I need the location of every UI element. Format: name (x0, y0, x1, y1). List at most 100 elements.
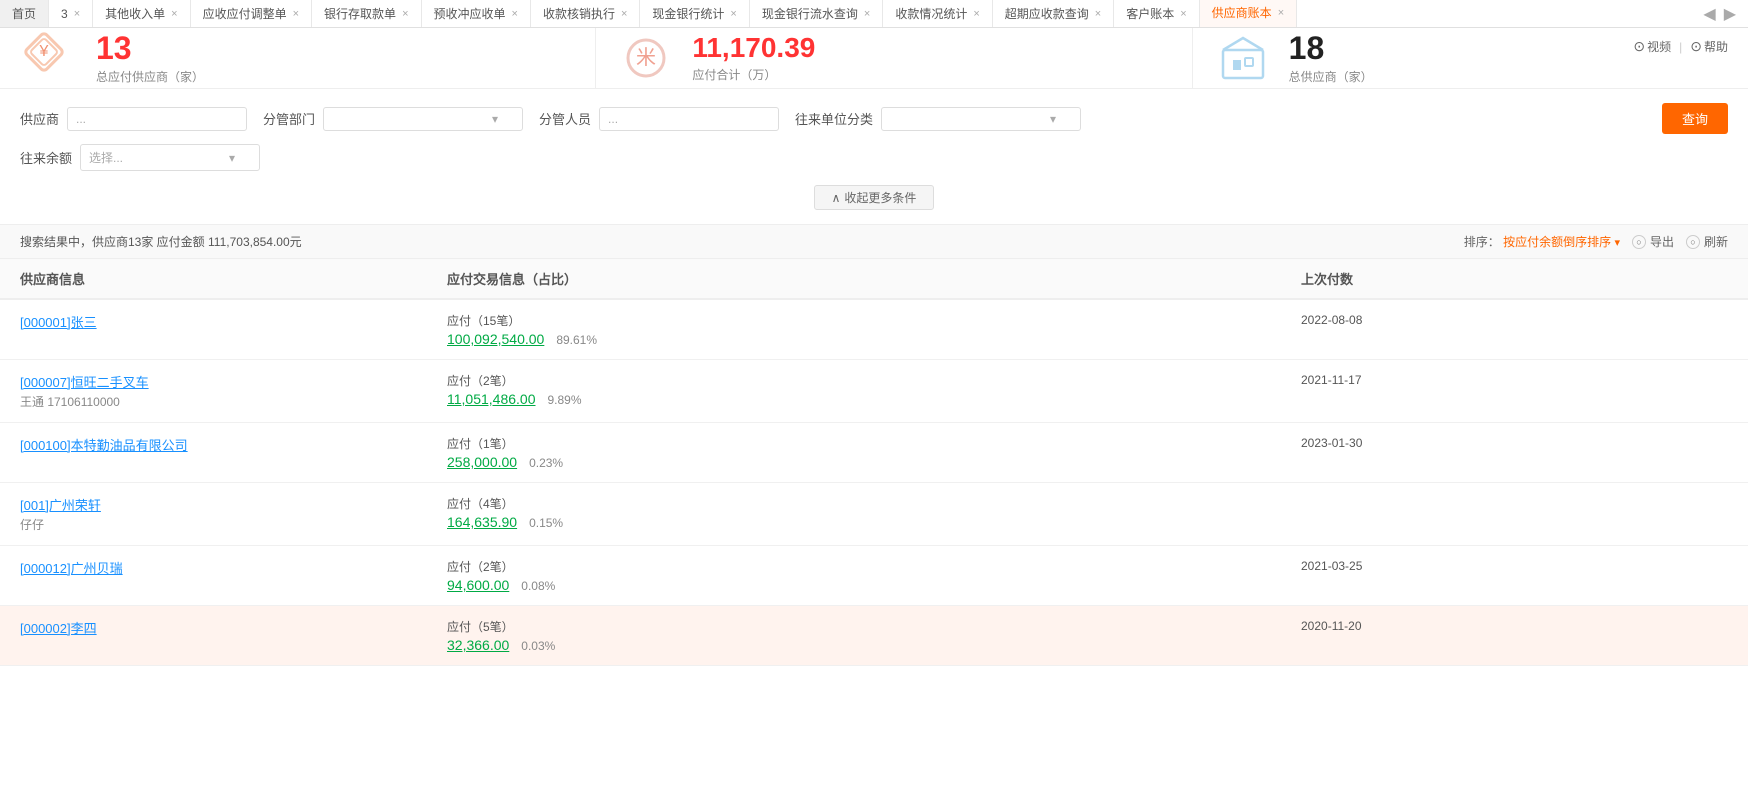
nav-item-bank[interactable]: 银行存取款单 × (312, 0, 421, 28)
nav-item-cash-stat[interactable]: 现金银行统计 × (640, 0, 749, 28)
supplier-info-cell: [000001]张三 (20, 312, 447, 347)
supplier-sub: 王通 17106110000 (20, 393, 447, 410)
tx-amount[interactable]: 100,092,540.00 (447, 331, 544, 347)
video-link[interactable]: ⊙ 视频 (1633, 38, 1671, 55)
nav-item-adjust[interactable]: 应收应付调整单 × (191, 0, 312, 28)
stat-label-payable-suppliers: 总应付供应商（家） (96, 68, 204, 85)
nav-label-cash-flow: 现金银行流水查询 (762, 5, 858, 22)
export-label: 导出 (1650, 233, 1674, 250)
stat-content-total-suppliers: 18 总供应商（家） (1289, 32, 1373, 85)
close-icon[interactable]: × (1095, 8, 1101, 20)
top-links: ⊙ 视频 | ⊙ 帮助 (1633, 38, 1728, 55)
query-button[interactable]: 查询 (1662, 103, 1728, 134)
nav-item-receipt-stat[interactable]: 收款情况统计 × (883, 0, 992, 28)
nav-item-home[interactable]: 首页 (0, 0, 49, 28)
close-icon[interactable]: × (973, 8, 979, 20)
nav-label-adjust: 应收应付调整单 (203, 5, 287, 22)
close-icon[interactable]: × (730, 8, 736, 20)
tx-percent: 0.15% (529, 516, 563, 530)
nav-label-customer: 客户账本 (1126, 5, 1174, 22)
export-button[interactable]: ○ 导出 (1632, 233, 1674, 250)
last-pay-date: 2022-08-08 (1301, 313, 1362, 327)
tx-amount[interactable]: 32,366.00 (447, 637, 509, 653)
last-pay-cell (1301, 495, 1728, 533)
supplier-input[interactable]: ... (67, 107, 247, 131)
nav-item-customer[interactable]: 客户账本 × (1114, 0, 1199, 28)
person-input[interactable]: ... (599, 107, 779, 131)
tx-label: 应付（15笔） (447, 312, 1301, 329)
tx-amount[interactable]: 11,051,486.00 (447, 391, 536, 407)
sort-value[interactable]: 按应付余额倒序排序 (1503, 235, 1611, 249)
chevron-down-icon: ▾ (1050, 112, 1056, 126)
last-pay-cell: 2020-11-20 (1301, 618, 1728, 653)
nav-item-verify[interactable]: 收款核销执行 × (531, 0, 640, 28)
tx-amount[interactable]: 164,635.90 (447, 514, 517, 530)
category-label: 往来单位分类 (795, 109, 873, 128)
help-link[interactable]: ⊙ 帮助 (1690, 38, 1728, 55)
tx-percent: 0.08% (521, 579, 555, 593)
tx-amount[interactable]: 258,000.00 (447, 454, 517, 470)
tx-amount[interactable]: 94,600.00 (447, 577, 509, 593)
supplier-name[interactable]: [001]广州荣轩 (20, 498, 101, 513)
nav-item-overdue[interactable]: 超期应收款查询 × (993, 0, 1114, 28)
tx-amount-row: 258,000.000.23% (447, 452, 1301, 470)
stat-right-area: 18 总供应商（家） ⊙ 视频 | ⊙ 帮助 (1193, 28, 1748, 88)
supplier-name[interactable]: [000007]恒旺二手叉车 (20, 375, 149, 390)
last-pay-date: 2023-01-30 (1301, 436, 1362, 450)
person-dots: ... (608, 112, 618, 126)
nav-prev-arrow[interactable]: ◀ (1699, 4, 1719, 24)
chevron-down-icon: ▾ (1614, 237, 1620, 249)
divider: | (1679, 40, 1682, 54)
supplier-sub: 仔仔 (20, 516, 447, 533)
balance-select[interactable]: 选择... ▾ (80, 144, 260, 171)
dept-label: 分管部门 (263, 109, 315, 128)
close-icon[interactable]: × (1278, 7, 1284, 19)
person-label: 分管人员 (539, 109, 591, 128)
supplier-name[interactable]: [000100]本特勤油品有限公司 (20, 438, 188, 453)
nav-item-prepay[interactable]: 预收冲应收单 × (422, 0, 531, 28)
nav-item-supplier[interactable]: 供应商账本 × (1200, 0, 1297, 28)
nav-label-prepay: 预收冲应收单 (434, 5, 506, 22)
supplier-name[interactable]: [000002]李四 (20, 621, 97, 636)
table-header: 供应商信息 应付交易信息（占比） 上次付数 (0, 259, 1748, 300)
stat-number-payable-total: 11,170.39 (692, 34, 815, 62)
stat-block-payable-suppliers: ¥ 13 总应付供应商（家） (0, 28, 596, 88)
stats-area: ¥ 13 总应付供应商（家） 米 11,170.39 应付合计（万） (0, 28, 1748, 89)
close-icon[interactable]: × (621, 8, 627, 20)
nav-label-cash-stat: 现金银行统计 (652, 5, 724, 22)
close-icon[interactable]: × (864, 8, 870, 20)
nav-label-home: 首页 (12, 5, 36, 22)
close-icon[interactable]: × (293, 8, 299, 20)
close-icon[interactable]: × (402, 8, 408, 20)
supplier-info-cell: [000002]李四 (20, 618, 447, 653)
tx-info-cell: 应付（2笔）11,051,486.009.89% (447, 372, 1301, 410)
refresh-button[interactable]: ○ 刷新 (1686, 233, 1728, 250)
table-container: 供应商信息 应付交易信息（占比） 上次付数 [000001]张三 应付（15笔） 1… (0, 259, 1748, 794)
nav-arrows: ◀ ▶ (1691, 4, 1748, 24)
tx-info-cell: 应付（4笔） 164,635.90 0.15% (447, 495, 1301, 533)
tx-percent: 89.61% (556, 333, 597, 347)
tx-label: 应付（4笔） (447, 495, 1301, 512)
supplier-name[interactable]: [000012]广州贝瑞 (20, 561, 123, 576)
dept-select[interactable]: ▾ (323, 107, 523, 131)
close-icon[interactable]: × (512, 8, 518, 20)
nav-item-cash-flow[interactable]: 现金银行流水查询 × (750, 0, 883, 28)
collapse-label: 收起更多条件 (844, 189, 916, 206)
stat-block-payable-total: 米 11,170.39 应付合计（万） (596, 28, 1192, 88)
tx-label: 应付（2笔） (447, 558, 1301, 575)
close-icon[interactable]: × (1180, 8, 1186, 20)
refresh-icon: ○ (1686, 235, 1700, 249)
close-icon[interactable]: × (171, 8, 177, 20)
collapse-button[interactable]: ∧ 收起更多条件 (814, 185, 934, 210)
nav-next-arrow[interactable]: ▶ (1720, 4, 1740, 24)
dept-field: 分管部门 ▾ (263, 107, 523, 131)
last-pay-date: 2020-11-20 (1301, 619, 1362, 633)
nav-item-other-income[interactable]: 其他收入单 × (93, 0, 190, 28)
close-icon[interactable]: × (74, 8, 80, 20)
supplier-name[interactable]: [000001]张三 (20, 315, 97, 330)
search-row-1: 供应商 ... 分管部门 ▾ 分管人员 ... (20, 103, 1728, 134)
nav-item-3[interactable]: 3 × (49, 0, 93, 28)
tx-info-cell: 应付（2笔） 94,600.00 0.08% (447, 558, 1301, 593)
category-select[interactable]: ▾ (881, 107, 1081, 131)
tx-percent: 0.03% (521, 639, 555, 653)
